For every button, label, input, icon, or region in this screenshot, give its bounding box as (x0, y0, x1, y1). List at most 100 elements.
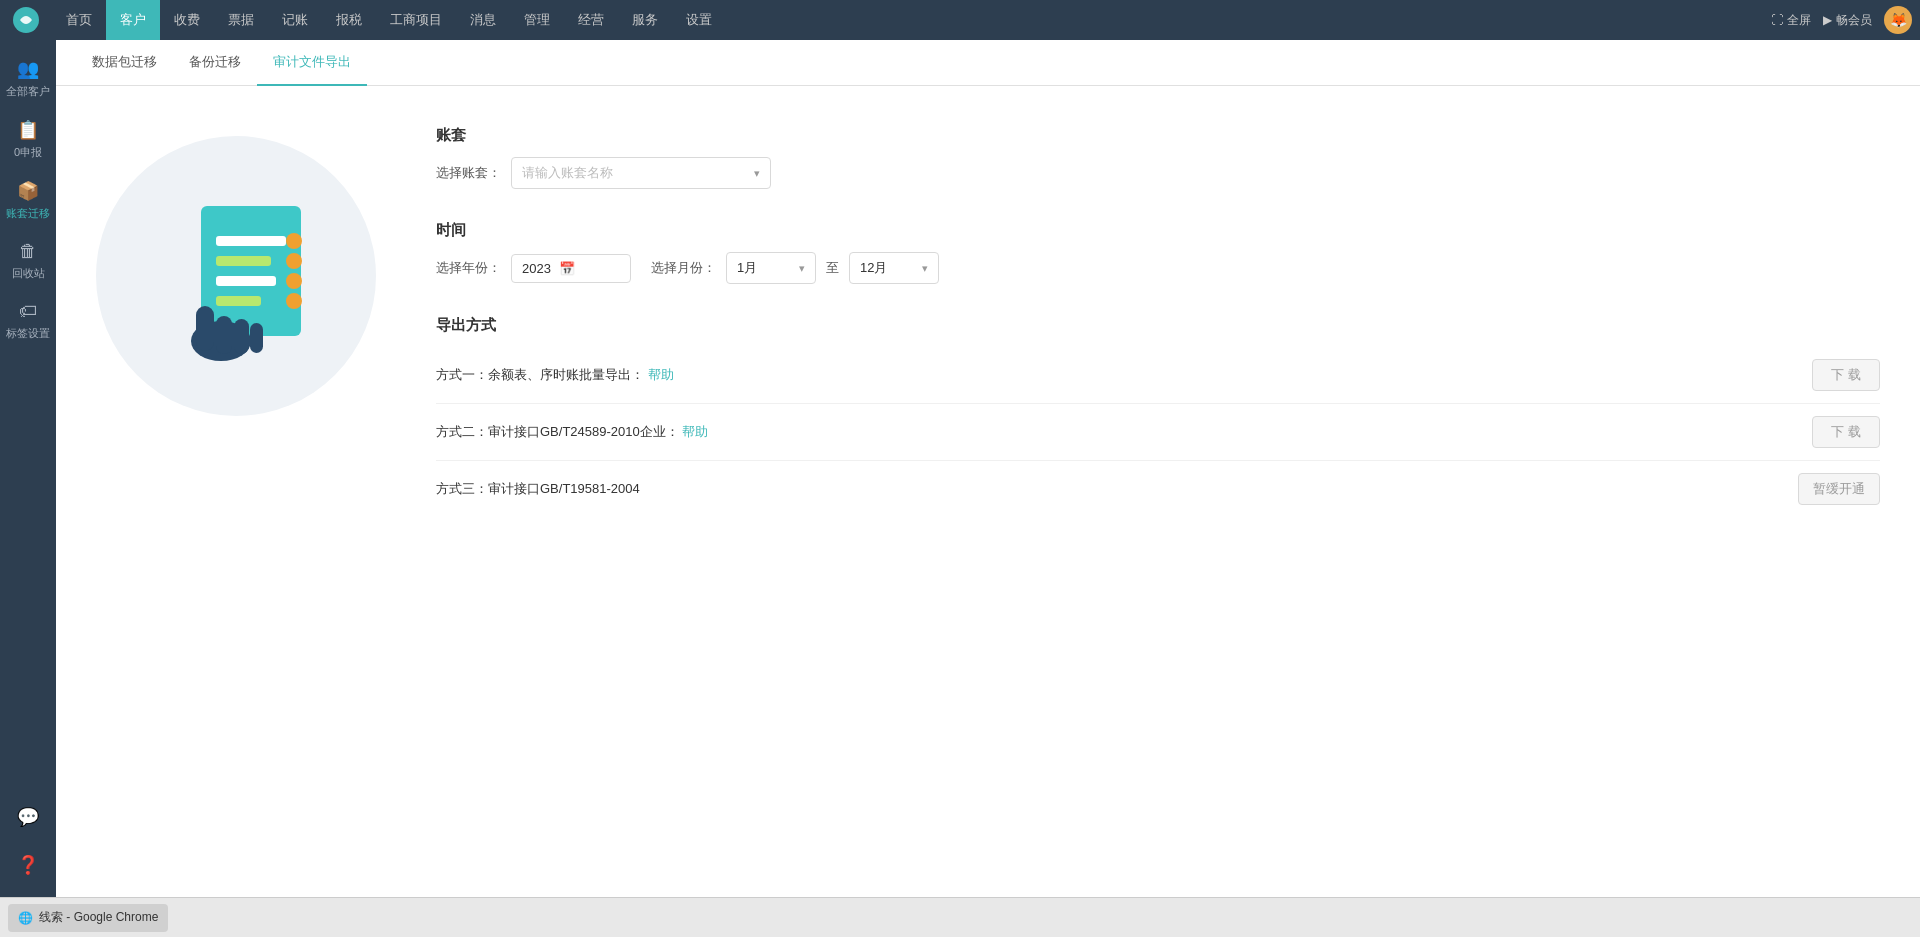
member-icon: ▶ (1823, 13, 1832, 27)
method1-label: 方式一：余额表、序时账批量导出： (436, 367, 644, 382)
method2-label: 方式二：审计接口GB/T24589-2010企业： (436, 424, 679, 439)
svg-point-9 (286, 293, 302, 309)
nav-admin[interactable]: 管理 (510, 0, 564, 40)
nav-service[interactable]: 服务 (618, 0, 672, 40)
user-avatar[interactable]: 🦊 (1884, 6, 1912, 34)
time-section-title: 时间 (436, 221, 1880, 240)
export-method-2: 方式二：审计接口GB/T24589-2010企业： 帮助 下 载 (436, 404, 1880, 461)
svg-rect-1 (201, 206, 301, 336)
svg-point-8 (286, 273, 302, 289)
sidebar-item-all-customers[interactable]: 👥 全部客户 (0, 48, 56, 109)
export-method-3: 方式三：审计接口GB/T19581-2004 暂缓开通 (436, 461, 1880, 517)
tag-settings-icon: 🏷 (19, 301, 37, 322)
sidebar-item-account-migration[interactable]: 📦 账套迁移 (0, 170, 56, 231)
account-dropdown-arrow: ▾ (754, 167, 760, 180)
account-form-row: 选择账套： 请输入账套名称 ▾ (436, 157, 1880, 189)
svg-rect-2 (216, 236, 286, 246)
export-section: 导出方式 方式一：余额表、序时账批量导出： 帮助 下 载 方式二：审计接口GB/… (436, 316, 1880, 517)
account-select-input[interactable]: 请输入账套名称 ▾ (511, 157, 771, 189)
nav-message[interactable]: 消息 (456, 0, 510, 40)
member-button[interactable]: ▶ 畅会员 (1823, 12, 1872, 29)
nav-bookkeeping[interactable]: 记账 (268, 0, 322, 40)
top-navigation: 首页 客户 收费 票据 记账 报税 工商项目 消息 管理 经营 服务 设置 ⛶ … (0, 0, 1920, 40)
sidebar-label-tag-settings: 标签设置 (6, 326, 50, 341)
fullscreen-button[interactable]: ⛶ 全屏 (1771, 12, 1811, 29)
sidebar-label-account-migration: 账套迁移 (6, 206, 50, 221)
taskbar-chrome-item[interactable]: 🌐 线索 - Google Chrome (8, 904, 168, 932)
time-section: 时间 选择年份： 2023 📅 选择月份： 1月 ▾ 至 (436, 221, 1880, 292)
audit-illustration (146, 176, 326, 376)
sidebar-label-all-customers: 全部客户 (6, 84, 50, 99)
year-label: 选择年份： (436, 259, 501, 277)
method2-help-link[interactable]: 帮助 (682, 424, 708, 439)
account-label: 选择账套： (436, 164, 501, 182)
main-layout: 👥 全部客户 📋 0申报 📦 账套迁移 🗑 回收站 🏷 标签设置 💬 ❓ 数据包… (0, 40, 1920, 897)
member-label: 畅会员 (1836, 12, 1872, 29)
nav-business[interactable]: 工商项目 (376, 0, 456, 40)
svg-rect-3 (216, 256, 271, 266)
sidebar-label-recycle-bin: 回收站 (12, 266, 45, 281)
method1-help-link[interactable]: 帮助 (648, 367, 674, 382)
recycle-bin-icon: 🗑 (19, 241, 37, 262)
sidebar: 👥 全部客户 📋 0申报 📦 账套迁移 🗑 回收站 🏷 标签设置 💬 ❓ (0, 40, 56, 897)
fullscreen-icon: ⛶ (1771, 13, 1783, 27)
export-section-title: 导出方式 (436, 316, 1880, 335)
tabs-bar: 数据包迁移 备份迁移 审计文件导出 (56, 40, 1920, 86)
export-method-1: 方式一：余额表、序时账批量导出： 帮助 下 载 (436, 347, 1880, 404)
svg-rect-4 (216, 276, 276, 286)
start-month-value: 1月 (737, 259, 757, 277)
nav-settings[interactable]: 设置 (672, 0, 726, 40)
form-area: 账套 选择账套： 请输入账套名称 ▾ 时间 选择年份： (436, 116, 1880, 867)
zero-declaration-icon: 📋 (17, 119, 39, 141)
nav-home[interactable]: 首页 (52, 0, 106, 40)
svg-rect-13 (234, 319, 249, 354)
nav-invoice[interactable]: 票据 (214, 0, 268, 40)
nav-customer[interactable]: 客户 (106, 0, 160, 40)
top-nav-right: ⛶ 全屏 ▶ 畅会员 🦊 (1771, 6, 1912, 34)
svg-point-7 (286, 253, 302, 269)
tab-data-migration[interactable]: 数据包迁移 (76, 40, 173, 86)
method3-text: 方式三：审计接口GB/T19581-2004 (436, 480, 1786, 498)
nav-operation[interactable]: 经营 (564, 0, 618, 40)
sidebar-bottom: 💬 ❓ (0, 797, 56, 897)
sidebar-chat-button[interactable]: 💬 (8, 797, 48, 837)
illustration-circle (96, 136, 376, 416)
account-placeholder: 请输入账套名称 (522, 164, 613, 182)
sidebar-item-recycle-bin[interactable]: 🗑 回收站 (0, 231, 56, 291)
end-month-arrow: ▾ (922, 262, 928, 275)
chrome-icon: 🌐 (18, 911, 33, 925)
taskbar-item-label: 线索 - Google Chrome (39, 909, 158, 926)
svg-rect-11 (196, 306, 214, 351)
illustration-area (96, 116, 376, 867)
sidebar-help-button[interactable]: ❓ (8, 845, 48, 885)
method2-text: 方式二：审计接口GB/T24589-2010企业： 帮助 (436, 423, 1800, 441)
account-section-title: 账套 (436, 126, 1880, 145)
year-input[interactable]: 2023 📅 (511, 254, 631, 283)
nav-menu: 首页 客户 收费 票据 记账 报税 工商项目 消息 管理 经营 服务 设置 (52, 0, 726, 40)
sidebar-item-tag-settings[interactable]: 🏷 标签设置 (0, 291, 56, 351)
start-month-select[interactable]: 1月 ▾ (726, 252, 816, 284)
method3-label: 方式三：审计接口GB/T19581-2004 (436, 481, 640, 496)
method1-text: 方式一：余额表、序时账批量导出： 帮助 (436, 366, 1800, 384)
content-area: 数据包迁移 备份迁移 审计文件导出 (56, 40, 1920, 897)
method3-open-button[interactable]: 暂缓开通 (1798, 473, 1880, 505)
calendar-icon: 📅 (559, 261, 575, 276)
nav-tax[interactable]: 报税 (322, 0, 376, 40)
year-value: 2023 (522, 261, 551, 276)
end-month-select[interactable]: 12月 ▾ (849, 252, 939, 284)
end-month-value: 12月 (860, 259, 887, 277)
svg-rect-14 (250, 323, 263, 353)
tab-audit-export[interactable]: 审计文件导出 (257, 40, 367, 86)
account-migration-icon: 📦 (17, 180, 39, 202)
tab-backup-migration[interactable]: 备份迁移 (173, 40, 257, 86)
page-content: 账套 选择账套： 请输入账套名称 ▾ 时间 选择年份： (56, 86, 1920, 897)
sidebar-item-zero-declaration[interactable]: 📋 0申报 (0, 109, 56, 170)
to-separator: 至 (826, 259, 839, 277)
account-section: 账套 选择账套： 请输入账套名称 ▾ (436, 126, 1880, 197)
time-form-row: 选择年份： 2023 📅 选择月份： 1月 ▾ 至 12月 (436, 252, 1880, 284)
month-label: 选择月份： (651, 259, 716, 277)
svg-rect-12 (216, 316, 232, 354)
method1-download-button[interactable]: 下 载 (1812, 359, 1880, 391)
method2-download-button[interactable]: 下 载 (1812, 416, 1880, 448)
nav-fee[interactable]: 收费 (160, 0, 214, 40)
